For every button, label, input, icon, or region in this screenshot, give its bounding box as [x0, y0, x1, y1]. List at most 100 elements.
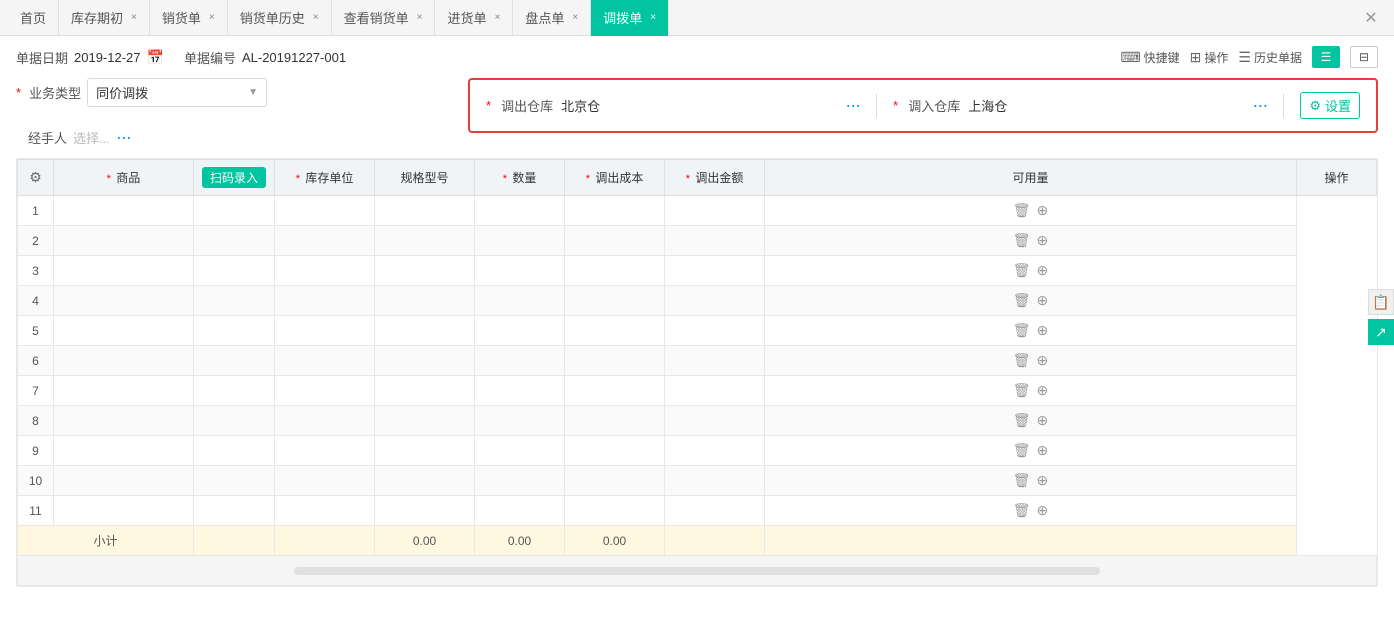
tab-inventory-close[interactable]: × — [572, 12, 578, 23]
cell-product[interactable] — [54, 376, 194, 406]
float-notes-button[interactable]: 📋 — [1368, 289, 1394, 315]
tab-transfer[interactable]: 调拨单 × — [591, 0, 669, 36]
cell-unit — [194, 196, 275, 226]
handler-input[interactable]: 选择... — [73, 128, 110, 147]
tab-view-sales[interactable]: 查看销货单 × — [332, 0, 436, 36]
horizontal-scrollbar[interactable] — [294, 567, 1099, 575]
copy-icon[interactable]: ⊕ — [1037, 382, 1049, 398]
cell-product[interactable] — [54, 226, 194, 256]
close-all-tabs[interactable]: ✕ — [1356, 0, 1386, 36]
subtotal-row: 小计 0.00 0.00 0.00 — [18, 526, 1377, 556]
table-row: 6🗑⊕ — [18, 346, 1377, 376]
cell-product[interactable] — [54, 436, 194, 466]
business-select-box[interactable]: 同价调拨 ▼ — [87, 78, 267, 107]
business-required-star: * — [16, 85, 21, 100]
cell-product[interactable] — [54, 286, 194, 316]
row-num: 11 — [18, 496, 54, 526]
warehouse-in-value: 上海仓 — [968, 96, 1007, 115]
handler-more-icon[interactable]: ··· — [116, 127, 131, 148]
delete-icon[interactable]: 🗑 — [1013, 202, 1031, 218]
cell-cost — [475, 196, 565, 226]
copy-icon[interactable]: ⊕ — [1037, 442, 1049, 458]
operation-button[interactable]: ⊞ 操作 — [1190, 49, 1229, 66]
tab-transfer-close[interactable]: × — [650, 12, 656, 23]
tab-sales-history-close[interactable]: × — [313, 12, 319, 23]
cell-amount — [565, 196, 665, 226]
col-product-label: 商品 — [116, 171, 140, 185]
copy-icon[interactable]: ⊕ — [1037, 412, 1049, 428]
layout-grid-button[interactable]: ⊟ — [1350, 46, 1378, 68]
cell-product[interactable] — [54, 346, 194, 376]
copy-icon[interactable]: ⊕ — [1037, 232, 1049, 248]
tab-sales-close[interactable]: × — [209, 12, 215, 23]
tab-inventory-init[interactable]: 库存期初 × — [59, 0, 150, 36]
delete-icon[interactable]: 🗑 — [1013, 292, 1031, 308]
tab-sales[interactable]: 销货单 × — [150, 0, 228, 36]
tab-purchase-close[interactable]: × — [494, 12, 500, 23]
copy-icon[interactable]: ⊕ — [1037, 472, 1049, 488]
col-spec-label: 规格型号 — [401, 171, 449, 185]
calendar-icon[interactable]: 📅 — [147, 49, 164, 66]
scan-button[interactable]: 扫码录入 — [202, 167, 266, 188]
delete-icon[interactable]: 🗑 — [1013, 262, 1031, 278]
tab-home[interactable]: 首页 — [8, 0, 59, 36]
copy-icon[interactable]: ⊕ — [1037, 262, 1049, 278]
col-amount: * 调出金额 — [665, 160, 765, 196]
delete-icon[interactable]: 🗑 — [1013, 442, 1031, 458]
number-value: AL-20191227-001 — [242, 50, 346, 65]
delete-icon[interactable]: 🗑 — [1013, 382, 1031, 398]
copy-icon[interactable]: ⊕ — [1037, 292, 1049, 308]
settings-button[interactable]: ⚙ 设置 — [1300, 92, 1360, 119]
copy-icon[interactable]: ⊕ — [1037, 352, 1049, 368]
cell-qty — [375, 196, 475, 226]
cell-op: 🗑⊕ — [765, 226, 1297, 256]
tab-inventory[interactable]: 盘点单 × — [513, 0, 591, 36]
tab-inventory-init-close[interactable]: × — [131, 12, 137, 23]
copy-icon[interactable]: ⊕ — [1037, 502, 1049, 518]
tab-purchase[interactable]: 进货单 × — [435, 0, 513, 36]
qty-required-star: * — [503, 173, 507, 185]
warehouse-out-more-icon[interactable]: ··· — [845, 95, 860, 116]
delete-icon[interactable]: 🗑 — [1013, 352, 1031, 368]
delete-icon[interactable]: 🗑 — [1013, 472, 1031, 488]
warehouse-in-field: * 调入仓库 上海仓 ··· — [893, 95, 1267, 116]
history-button[interactable]: ☰ 历史单据 — [1238, 49, 1302, 66]
table-row: 1 🗑 ⊕ — [18, 196, 1377, 226]
cell-product[interactable] — [54, 406, 194, 436]
main-content: 单据日期 2019-12-27 📅 单据编号 AL-20191227-001 ⌨… — [0, 36, 1394, 597]
cell-product[interactable] — [54, 316, 194, 346]
delete-icon[interactable]: 🗑 — [1013, 412, 1031, 428]
float-export-button[interactable]: ↗ — [1368, 319, 1394, 345]
table-row: 8🗑⊕ — [18, 406, 1377, 436]
cell-op: 🗑⊕ — [765, 286, 1297, 316]
col-available: 可用量 — [765, 160, 1297, 196]
copy-icon[interactable]: ⊕ — [1037, 202, 1049, 218]
copy-icon[interactable]: ⊕ — [1037, 322, 1049, 338]
business-value: 同价调拨 — [96, 83, 148, 102]
layout-list-button[interactable]: ☰ — [1312, 46, 1340, 68]
gear-settings-icon: ⚙ — [1309, 98, 1321, 114]
tab-view-sales-close[interactable]: × — [417, 12, 423, 23]
header-row: 单据日期 2019-12-27 📅 单据编号 AL-20191227-001 ⌨… — [16, 46, 1378, 68]
shortcut-label: 快捷键 — [1144, 49, 1180, 66]
warehouse-in-more-icon[interactable]: ··· — [1252, 95, 1267, 116]
col-available-label: 可用量 — [1013, 171, 1049, 185]
cell-product[interactable] — [54, 196, 194, 226]
row-num: 1 — [18, 196, 54, 226]
col-product: * 商品 — [54, 160, 194, 196]
delete-icon[interactable]: 🗑 — [1013, 502, 1031, 518]
delete-icon[interactable]: 🗑 — [1013, 232, 1031, 248]
shortcut-button[interactable]: ⌨ 快捷键 — [1120, 49, 1179, 66]
cell-op: 🗑⊕ — [765, 376, 1297, 406]
cell-product[interactable] — [54, 466, 194, 496]
settings-label: 设置 — [1325, 96, 1351, 115]
delete-icon[interactable]: 🗑 — [1013, 322, 1031, 338]
cell-product[interactable] — [54, 256, 194, 286]
subtotal-empty1 — [194, 526, 275, 556]
tab-sales-label: 销货单 — [162, 8, 201, 27]
cell-product[interactable] — [54, 496, 194, 526]
col-unit: * 库存单位 — [275, 160, 375, 196]
date-value: 2019-12-27 — [74, 50, 141, 65]
tab-sales-history[interactable]: 销货单历史 × — [228, 0, 332, 36]
column-settings-icon[interactable]: ⚙ — [29, 169, 42, 185]
